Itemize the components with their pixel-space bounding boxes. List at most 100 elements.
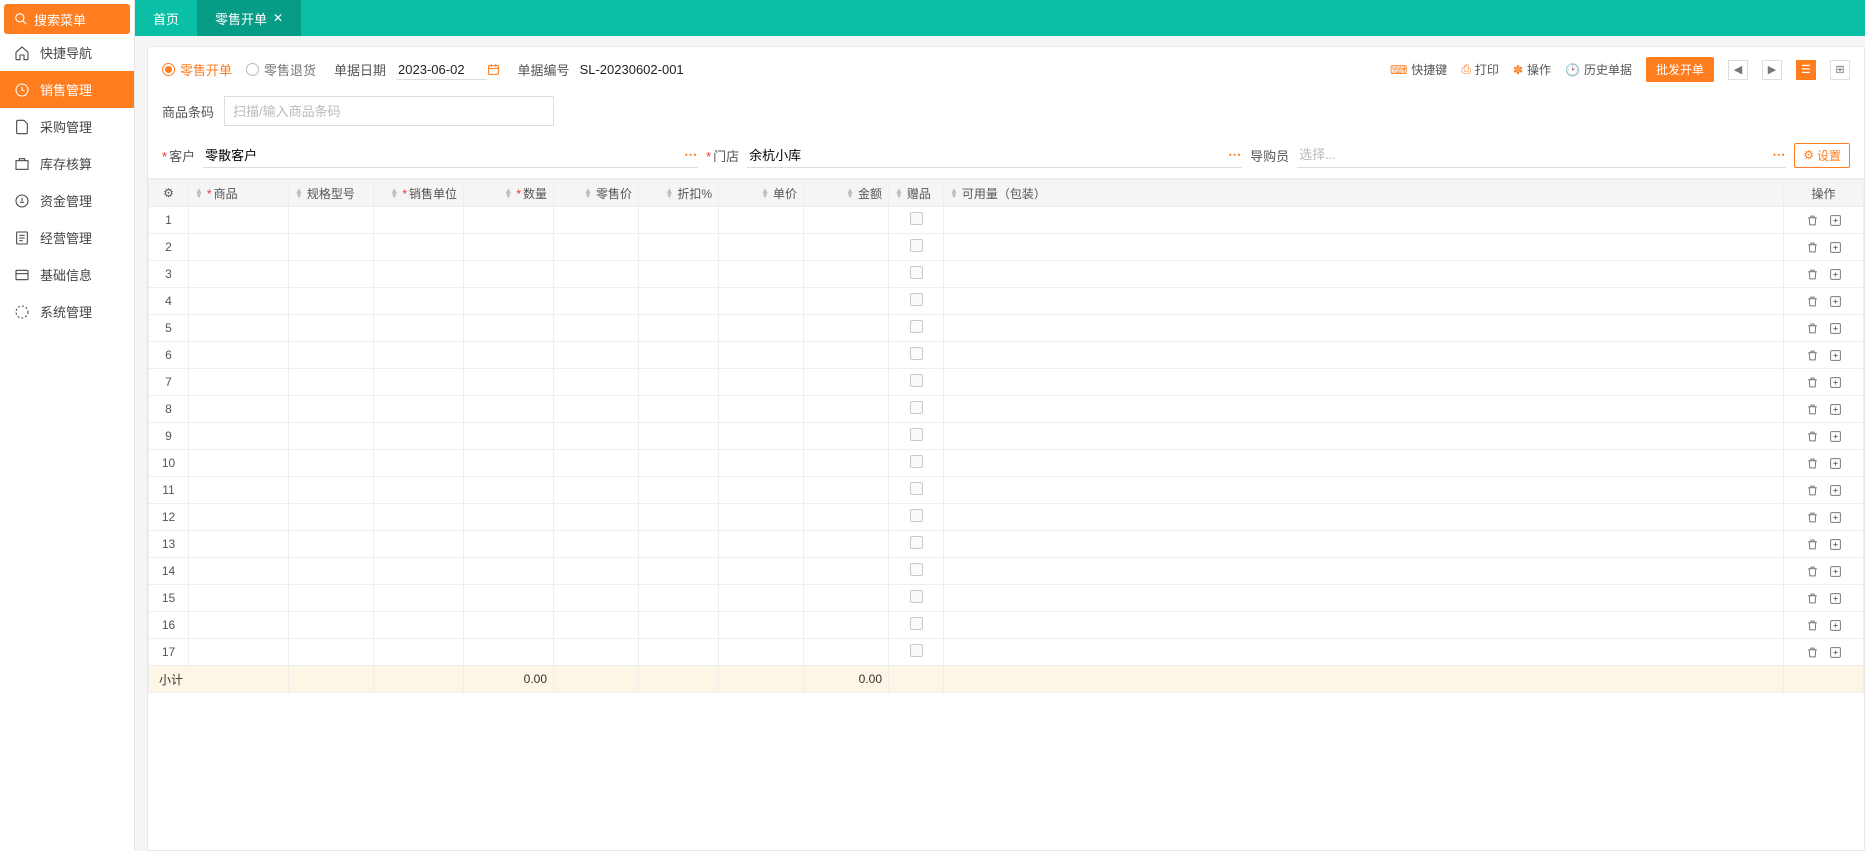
gift-checkbox[interactable]: [910, 266, 923, 279]
gift-checkbox[interactable]: [910, 401, 923, 414]
guide-input[interactable]: [1297, 142, 1786, 168]
table-row[interactable]: 10: [149, 450, 1864, 477]
table-row[interactable]: 14: [149, 558, 1864, 585]
table-row[interactable]: 8: [149, 396, 1864, 423]
delete-icon[interactable]: [1806, 403, 1819, 416]
gift-checkbox[interactable]: [910, 482, 923, 495]
th-amount[interactable]: ▲▼金额: [804, 180, 889, 207]
order-type-radio-1[interactable]: 零售退货: [246, 60, 316, 79]
history-button[interactable]: 🕑历史单据: [1565, 61, 1632, 78]
sidebar-item-7[interactable]: 系统管理: [0, 293, 134, 330]
grid-view-button[interactable]: ⊞: [1830, 60, 1850, 80]
tab-0[interactable]: 首页: [135, 0, 197, 36]
add-row-icon[interactable]: [1829, 484, 1842, 497]
add-row-icon[interactable]: [1829, 403, 1842, 416]
guide-lookup-button[interactable]: ⋯: [1772, 147, 1786, 163]
sidebar-item-5[interactable]: 经营管理: [0, 219, 134, 256]
store-input[interactable]: [747, 142, 1242, 168]
delete-icon[interactable]: [1806, 268, 1819, 281]
th-qty[interactable]: ▲▼数量: [464, 180, 554, 207]
gift-checkbox[interactable]: [910, 455, 923, 468]
gift-checkbox[interactable]: [910, 617, 923, 630]
table-row[interactable]: 13: [149, 531, 1864, 558]
customer-input[interactable]: [203, 142, 698, 168]
gift-checkbox[interactable]: [910, 212, 923, 225]
th-retail-price[interactable]: ▲▼零售价: [554, 180, 639, 207]
table-row[interactable]: 6: [149, 342, 1864, 369]
sidebar-item-3[interactable]: 库存核算: [0, 145, 134, 182]
gift-checkbox[interactable]: [910, 374, 923, 387]
batch-order-button[interactable]: 批发开单: [1646, 57, 1714, 82]
sidebar-item-4[interactable]: 资金管理: [0, 182, 134, 219]
search-menu-button[interactable]: 搜索菜单: [4, 4, 130, 34]
calendar-icon[interactable]: [487, 63, 500, 76]
delete-icon[interactable]: [1806, 592, 1819, 605]
gift-checkbox[interactable]: [910, 293, 923, 306]
table-row[interactable]: 9: [149, 423, 1864, 450]
sidebar-item-0[interactable]: 快捷导航: [0, 34, 134, 71]
sidebar-item-2[interactable]: 采购管理: [0, 108, 134, 145]
table-row[interactable]: 3: [149, 261, 1864, 288]
table-wrap[interactable]: ⚙ ▲▼商品 ▲▼规格型号 ▲▼销售单位 ▲▼数量 ▲▼零售价 ▲▼折扣% ▲▼…: [148, 178, 1864, 850]
delete-icon[interactable]: [1806, 430, 1819, 443]
add-row-icon[interactable]: [1829, 295, 1842, 308]
list-view-button[interactable]: ☰: [1796, 60, 1816, 80]
table-row[interactable]: 7: [149, 369, 1864, 396]
table-row[interactable]: 16: [149, 612, 1864, 639]
delete-icon[interactable]: [1806, 295, 1819, 308]
table-row[interactable]: 17: [149, 639, 1864, 666]
delete-icon[interactable]: [1806, 241, 1819, 254]
delete-icon[interactable]: [1806, 349, 1819, 362]
table-row[interactable]: 15: [149, 585, 1864, 612]
gift-checkbox[interactable]: [910, 347, 923, 360]
th-discount[interactable]: ▲▼折扣%: [639, 180, 719, 207]
shortcut-button[interactable]: ⌨快捷键: [1390, 61, 1447, 78]
add-row-icon[interactable]: [1829, 430, 1842, 443]
gift-checkbox[interactable]: [910, 320, 923, 333]
delete-icon[interactable]: [1806, 322, 1819, 335]
gift-checkbox[interactable]: [910, 239, 923, 252]
gift-checkbox[interactable]: [910, 428, 923, 441]
add-row-icon[interactable]: [1829, 538, 1842, 551]
th-spec[interactable]: ▲▼规格型号: [289, 180, 374, 207]
delete-icon[interactable]: [1806, 646, 1819, 659]
order-type-radio-0[interactable]: 零售开单: [162, 60, 232, 79]
table-row[interactable]: 1: [149, 207, 1864, 234]
delete-icon[interactable]: [1806, 484, 1819, 497]
delete-icon[interactable]: [1806, 376, 1819, 389]
table-row[interactable]: 4: [149, 288, 1864, 315]
delete-icon[interactable]: [1806, 565, 1819, 578]
gift-checkbox[interactable]: [910, 563, 923, 576]
add-row-icon[interactable]: [1829, 214, 1842, 227]
prev-button[interactable]: ◀: [1728, 60, 1748, 80]
next-button[interactable]: ▶: [1762, 60, 1782, 80]
sidebar-item-6[interactable]: 基础信息: [0, 256, 134, 293]
add-row-icon[interactable]: [1829, 646, 1842, 659]
date-value[interactable]: 2023-06-02: [396, 60, 487, 80]
gift-checkbox[interactable]: [910, 536, 923, 549]
add-row-icon[interactable]: [1829, 592, 1842, 605]
table-row[interactable]: 12: [149, 504, 1864, 531]
th-unit[interactable]: ▲▼销售单位: [374, 180, 464, 207]
delete-icon[interactable]: [1806, 511, 1819, 524]
customer-lookup-button[interactable]: ⋯: [684, 147, 698, 163]
table-row[interactable]: 5: [149, 315, 1864, 342]
table-row[interactable]: 11: [149, 477, 1864, 504]
th-gift[interactable]: ▲▼赠品: [889, 180, 944, 207]
add-row-icon[interactable]: [1829, 565, 1842, 578]
barcode-input[interactable]: [224, 96, 554, 126]
delete-icon[interactable]: [1806, 214, 1819, 227]
gift-checkbox[interactable]: [910, 509, 923, 522]
add-row-icon[interactable]: [1829, 241, 1842, 254]
add-row-icon[interactable]: [1829, 619, 1842, 632]
table-row[interactable]: 2: [149, 234, 1864, 261]
th-available[interactable]: ▲▼可用量（包装）: [944, 180, 1784, 207]
tab-1[interactable]: 零售开单✕: [197, 0, 301, 36]
add-row-icon[interactable]: [1829, 322, 1842, 335]
operate-button[interactable]: ✽操作: [1513, 61, 1551, 78]
close-icon[interactable]: ✕: [273, 11, 283, 25]
th-gear[interactable]: ⚙: [149, 180, 189, 207]
add-row-icon[interactable]: [1829, 268, 1842, 281]
add-row-icon[interactable]: [1829, 457, 1842, 470]
sidebar-item-1[interactable]: 销售管理: [0, 71, 134, 108]
